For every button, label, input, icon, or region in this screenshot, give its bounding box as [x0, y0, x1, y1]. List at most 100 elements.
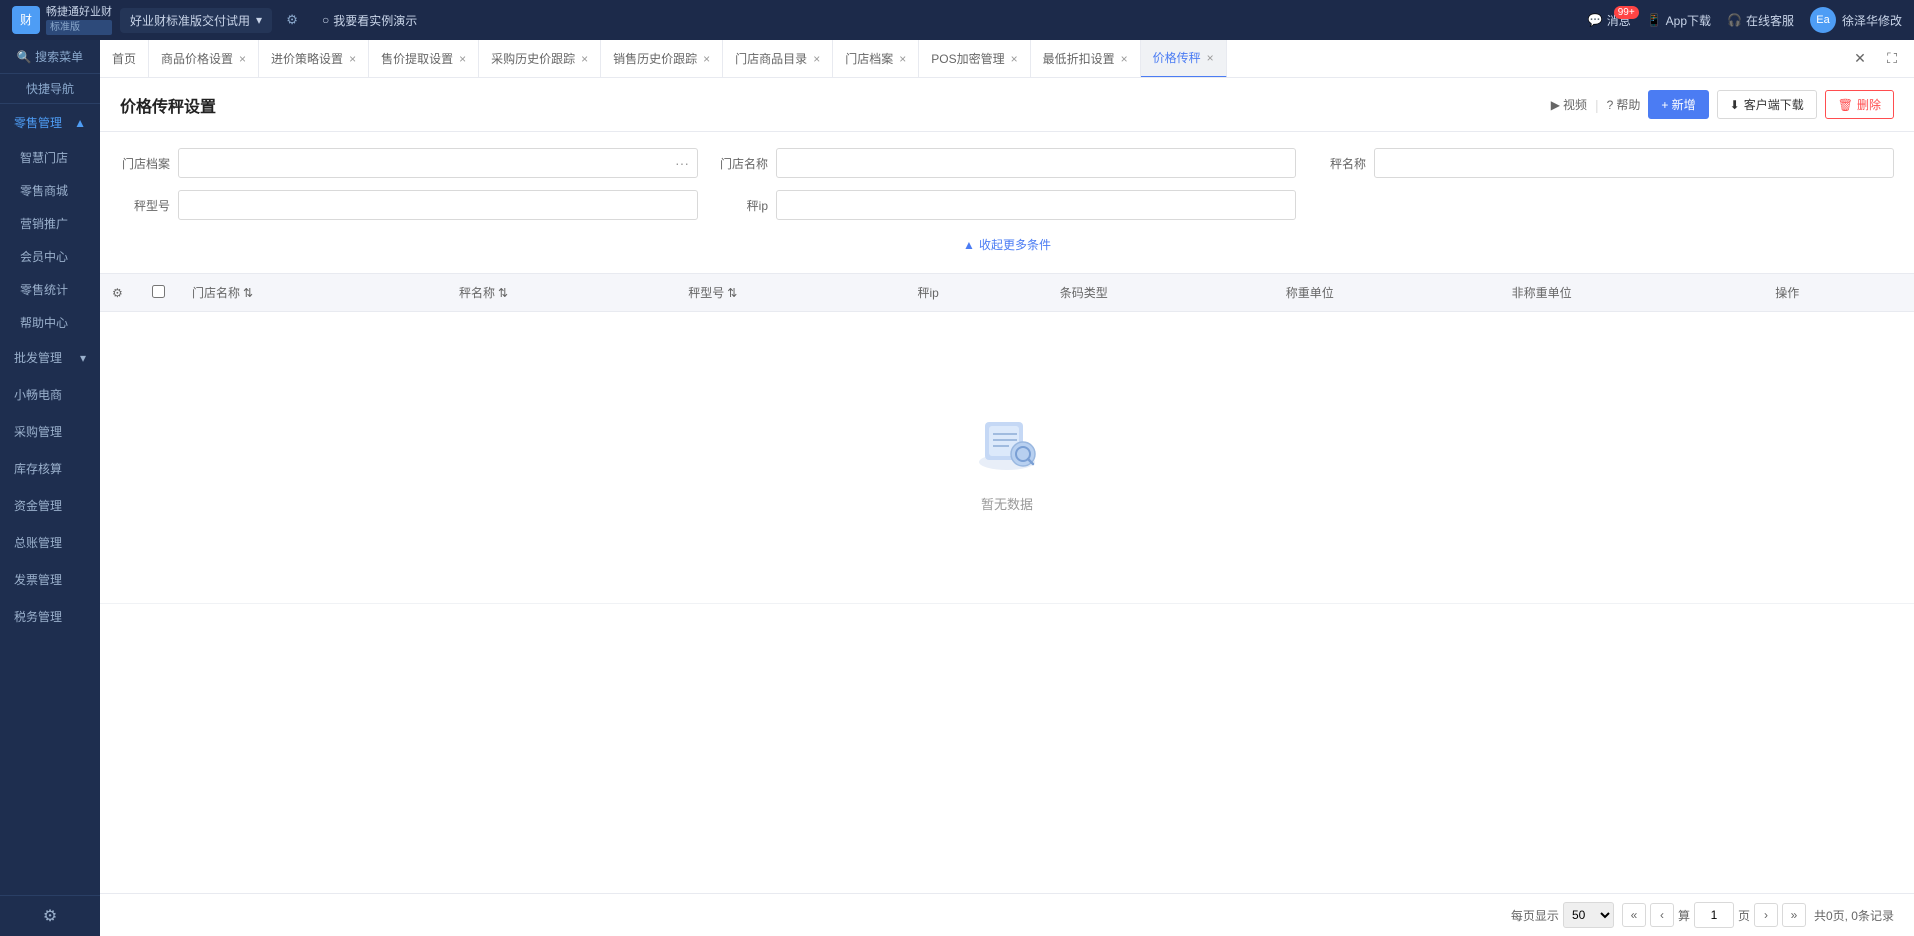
th-scale-ip: 秤ip	[906, 274, 1048, 312]
store-name-input[interactable]	[776, 148, 1296, 178]
page-number-input[interactable]	[1694, 902, 1734, 928]
sort-icon: ⇅	[727, 286, 737, 300]
th-sort-scale-name[interactable]: 秤名称 ⇅	[459, 284, 664, 301]
last-page-button[interactable]: »	[1782, 903, 1806, 927]
sidebar-item-fund-management[interactable]: 资金管理	[0, 487, 100, 524]
empty-text: 暂无数据	[981, 494, 1033, 513]
store-file-input[interactable]	[187, 156, 671, 170]
th-sort-scale-model[interactable]: 秤型号 ⇅	[688, 284, 893, 301]
th-sort-store-name[interactable]: 门店名称 ⇅	[192, 284, 435, 301]
select-all-checkbox[interactable]	[152, 285, 165, 298]
tab-store-catalog[interactable]: 门店商品目录 ×	[723, 40, 833, 78]
demo-button[interactable]: ○ 我要看实例演示	[322, 12, 417, 29]
online-service-button[interactable]: 🎧 在线客服	[1727, 12, 1794, 29]
main-body: 🔍 搜索菜单 快捷导航 零售管理 ▲ 智慧门店 零售商城 营销推广	[0, 40, 1914, 936]
tab-close-store-file[interactable]: ×	[899, 52, 906, 66]
scale-model-input[interactable]	[178, 190, 698, 220]
help-link[interactable]: ? 帮助	[1607, 96, 1641, 113]
chevron-down-icon: ▾	[256, 13, 262, 27]
topbar-settings-button[interactable]: ⚙	[278, 6, 306, 34]
tab-store-file[interactable]: 门店档案 ×	[833, 40, 919, 78]
sidebar-item-member-center[interactable]: 会员中心	[0, 240, 100, 273]
tab-min-discount[interactable]: 最低折扣设置 ×	[1031, 40, 1141, 78]
sidebar-item-inventory[interactable]: 库存核算	[0, 450, 100, 487]
tab-end-actions: ✕ ⛶	[1838, 45, 1914, 73]
app-download-button[interactable]: 📱 App下载	[1647, 12, 1711, 29]
sidebar-item-xiaochang-ecom[interactable]: 小畅电商	[0, 376, 100, 413]
tab-close-selling-price[interactable]: ×	[459, 52, 466, 66]
scale-name-input[interactable]	[1374, 148, 1894, 178]
delete-button[interactable]: 🗑 删除	[1825, 90, 1894, 119]
th-scale-name: 秤名称 ⇅	[447, 274, 676, 312]
sidebar-search[interactable]: 🔍 搜索菜单	[0, 40, 100, 74]
page-size-dropdown[interactable]: 50 10 20 100	[1563, 902, 1614, 928]
demo-icon: ○	[322, 13, 329, 27]
first-page-button[interactable]: «	[1622, 903, 1646, 927]
th-settings[interactable]: ⚙	[100, 274, 140, 312]
next-page-button[interactable]: ›	[1754, 903, 1778, 927]
tab-close-price-settings[interactable]: ×	[239, 52, 246, 66]
scale-ip-input[interactable]	[776, 190, 1296, 220]
sidebar-item-retail-mall[interactable]: 零售商城	[0, 174, 100, 207]
th-non-weight-unit: 非称重单位	[1500, 274, 1764, 312]
tab-price-settings[interactable]: 商品价格设置 ×	[149, 40, 259, 78]
tab-close-pos-encryption[interactable]: ×	[1011, 52, 1018, 66]
sidebar-gear-icon[interactable]: ⚙	[43, 906, 57, 926]
tab-close-purchase-strategy[interactable]: ×	[349, 52, 356, 66]
messages-button[interactable]: 💬 消息 99+	[1588, 12, 1631, 29]
sidebar-item-marketing[interactable]: 营销推广	[0, 207, 100, 240]
version-tab-selector[interactable]: 好业财标准版交付试用 ▾	[120, 8, 272, 33]
store-file-input-wrapper[interactable]: ···	[178, 148, 698, 178]
tab-sales-history[interactable]: 销售历史价跟踪 ×	[601, 40, 723, 78]
tab-purchase-history[interactable]: 采购历史价跟踪 ×	[479, 40, 601, 78]
tab-selling-price[interactable]: 售价提取设置 ×	[369, 40, 479, 78]
message-icon: 💬	[1588, 13, 1603, 27]
empty-state: 暂无数据	[112, 322, 1902, 593]
collapse-row: ▲ 收起更多条件	[120, 232, 1894, 257]
filter-scale-model: 秤型号	[120, 190, 698, 220]
sidebar-item-tax-management[interactable]: 税务管理	[0, 598, 100, 635]
sidebar-item-help-center[interactable]: 帮助中心	[0, 306, 100, 339]
avatar: Ea	[1810, 7, 1836, 33]
ellipsis-icon[interactable]: ···	[675, 155, 689, 171]
tab-expand-button[interactable]: ⛶	[1878, 45, 1906, 73]
download-client-button[interactable]: ⬇ 客户端下载	[1717, 90, 1817, 119]
tab-home[interactable]: 首页	[100, 40, 149, 78]
prev-page-button[interactable]: ‹	[1650, 903, 1674, 927]
download-icon: 📱	[1647, 13, 1662, 27]
separator: |	[1595, 97, 1599, 113]
page-word-label: 算	[1678, 907, 1690, 924]
sidebar-bottom: ⚙	[0, 895, 100, 936]
sidebar-item-wholesale[interactable]: 批发管理 ▾	[0, 339, 100, 376]
table-container: ⚙ 门店名称 ⇅	[100, 274, 1914, 893]
settings-icon[interactable]: ⚙	[112, 286, 123, 300]
th-scale-model: 秤型号 ⇅	[676, 274, 905, 312]
message-badge: 99+	[1614, 6, 1639, 19]
sidebar-item-general-ledger[interactable]: 总账管理	[0, 524, 100, 561]
tab-purchase-strategy[interactable]: 进价策略设置 ×	[259, 40, 369, 78]
sidebar-quick-nav[interactable]: 快捷导航	[0, 74, 100, 104]
tab-bar: 首页 商品价格设置 × 进价策略设置 × 售价提取设置 × 采购历史价跟踪 ×	[100, 40, 1914, 78]
sidebar-item-retail-management[interactable]: 零售管理 ▲	[0, 104, 100, 141]
tab-close-store-catalog[interactable]: ×	[813, 52, 820, 66]
tab-close-button[interactable]: ✕	[1846, 45, 1874, 73]
add-button[interactable]: + 新增	[1648, 90, 1708, 119]
tab-pos-encryption[interactable]: POS加密管理 ×	[919, 40, 1030, 78]
filter-scale-name: 秤名称	[1316, 148, 1894, 178]
user-menu[interactable]: Ea 徐泽华修改	[1810, 7, 1902, 33]
sidebar-item-purchase-management[interactable]: 采购管理	[0, 413, 100, 450]
sidebar-item-smart-store[interactable]: 智慧门店	[0, 141, 100, 174]
tab-close-sales-history[interactable]: ×	[703, 52, 710, 66]
page-header: 价格传秤设置 ▶ 视频 | ? 帮助 + 新增 ⬇	[100, 78, 1914, 132]
tab-close-min-discount[interactable]: ×	[1121, 52, 1128, 66]
sidebar-item-invoice-management[interactable]: 发票管理	[0, 561, 100, 598]
video-link[interactable]: ▶ 视频	[1551, 96, 1587, 113]
tab-close-price-scale[interactable]: ×	[1207, 51, 1214, 65]
tab-close-purchase-history[interactable]: ×	[581, 52, 588, 66]
sidebar-item-retail-stats[interactable]: 零售统计	[0, 273, 100, 306]
sort-icon: ⇅	[498, 286, 508, 300]
collapse-button[interactable]: ▲ 收起更多条件	[963, 232, 1051, 257]
th-checkbox[interactable]	[140, 274, 180, 312]
download-icon: ⬇	[1730, 98, 1740, 112]
tab-price-scale[interactable]: 价格传秤 ×	[1141, 40, 1227, 78]
